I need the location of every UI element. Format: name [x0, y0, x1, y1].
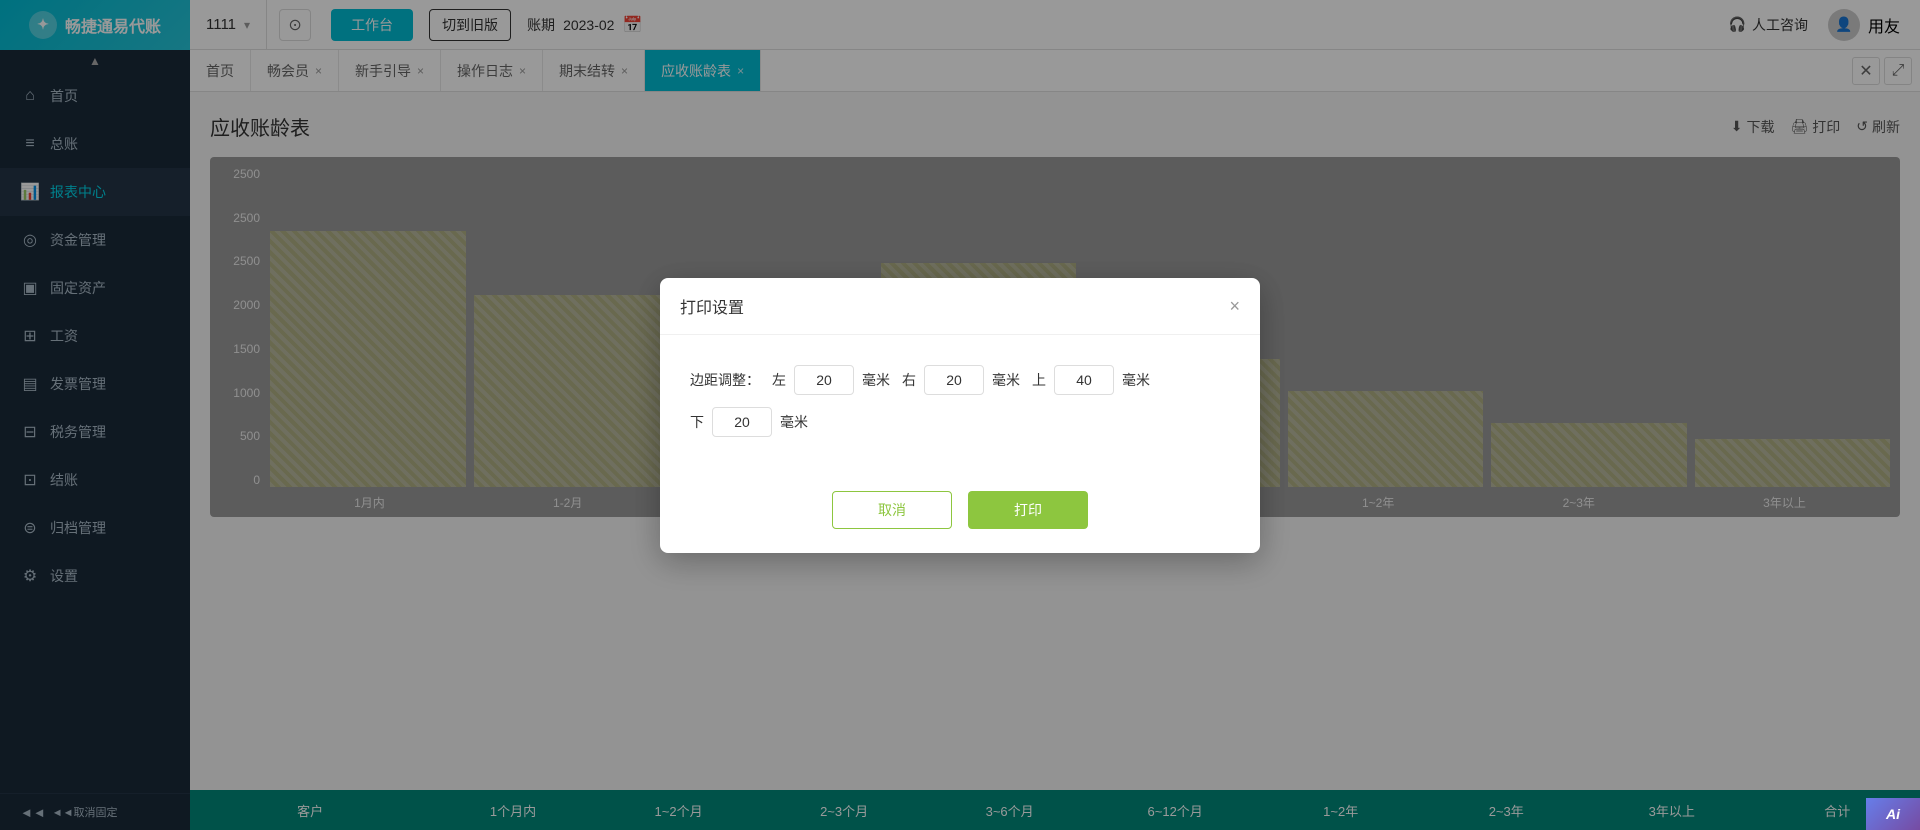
left-unit: 毫米: [862, 370, 890, 390]
right-label: 右: [902, 370, 916, 390]
bottom-label: 下: [690, 412, 704, 432]
right-margin-group: 右 毫米: [902, 365, 1020, 395]
left-label: 左: [772, 370, 786, 390]
dialog-header: 打印设置 ×: [660, 278, 1260, 335]
bottom-margin-group: 下 毫米: [690, 407, 808, 437]
dialog-close-button[interactable]: ×: [1229, 297, 1240, 315]
cancel-button[interactable]: 取消: [832, 491, 952, 529]
right-margin-input[interactable]: [924, 365, 984, 395]
modal-overlay[interactable]: 打印设置 × 边距调整： 左 毫米 右 毫米 上 毫米: [0, 0, 1920, 830]
left-margin-group: 左 毫米: [772, 365, 890, 395]
margin-form-row: 边距调整： 左 毫米 右 毫米 上 毫米 下: [690, 365, 1230, 437]
right-unit: 毫米: [992, 370, 1020, 390]
top-margin-input[interactable]: [1054, 365, 1114, 395]
dialog-body: 边距调整： 左 毫米 右 毫米 上 毫米 下: [660, 335, 1260, 481]
dialog-title: 打印设置: [680, 294, 744, 318]
margin-label: 边距调整：: [690, 370, 760, 390]
top-label: 上: [1032, 370, 1046, 390]
dialog-footer: 取消 打印: [660, 481, 1260, 553]
bottom-unit: 毫米: [780, 412, 808, 432]
top-margin-group: 上 毫米: [1032, 365, 1150, 395]
print-settings-dialog: 打印设置 × 边距调整： 左 毫米 右 毫米 上 毫米: [660, 278, 1260, 553]
bottom-margin-input[interactable]: [712, 407, 772, 437]
ai-badge: Ai: [1866, 798, 1920, 830]
top-unit: 毫米: [1122, 370, 1150, 390]
left-margin-input[interactable]: [794, 365, 854, 395]
print-confirm-button[interactable]: 打印: [968, 491, 1088, 529]
